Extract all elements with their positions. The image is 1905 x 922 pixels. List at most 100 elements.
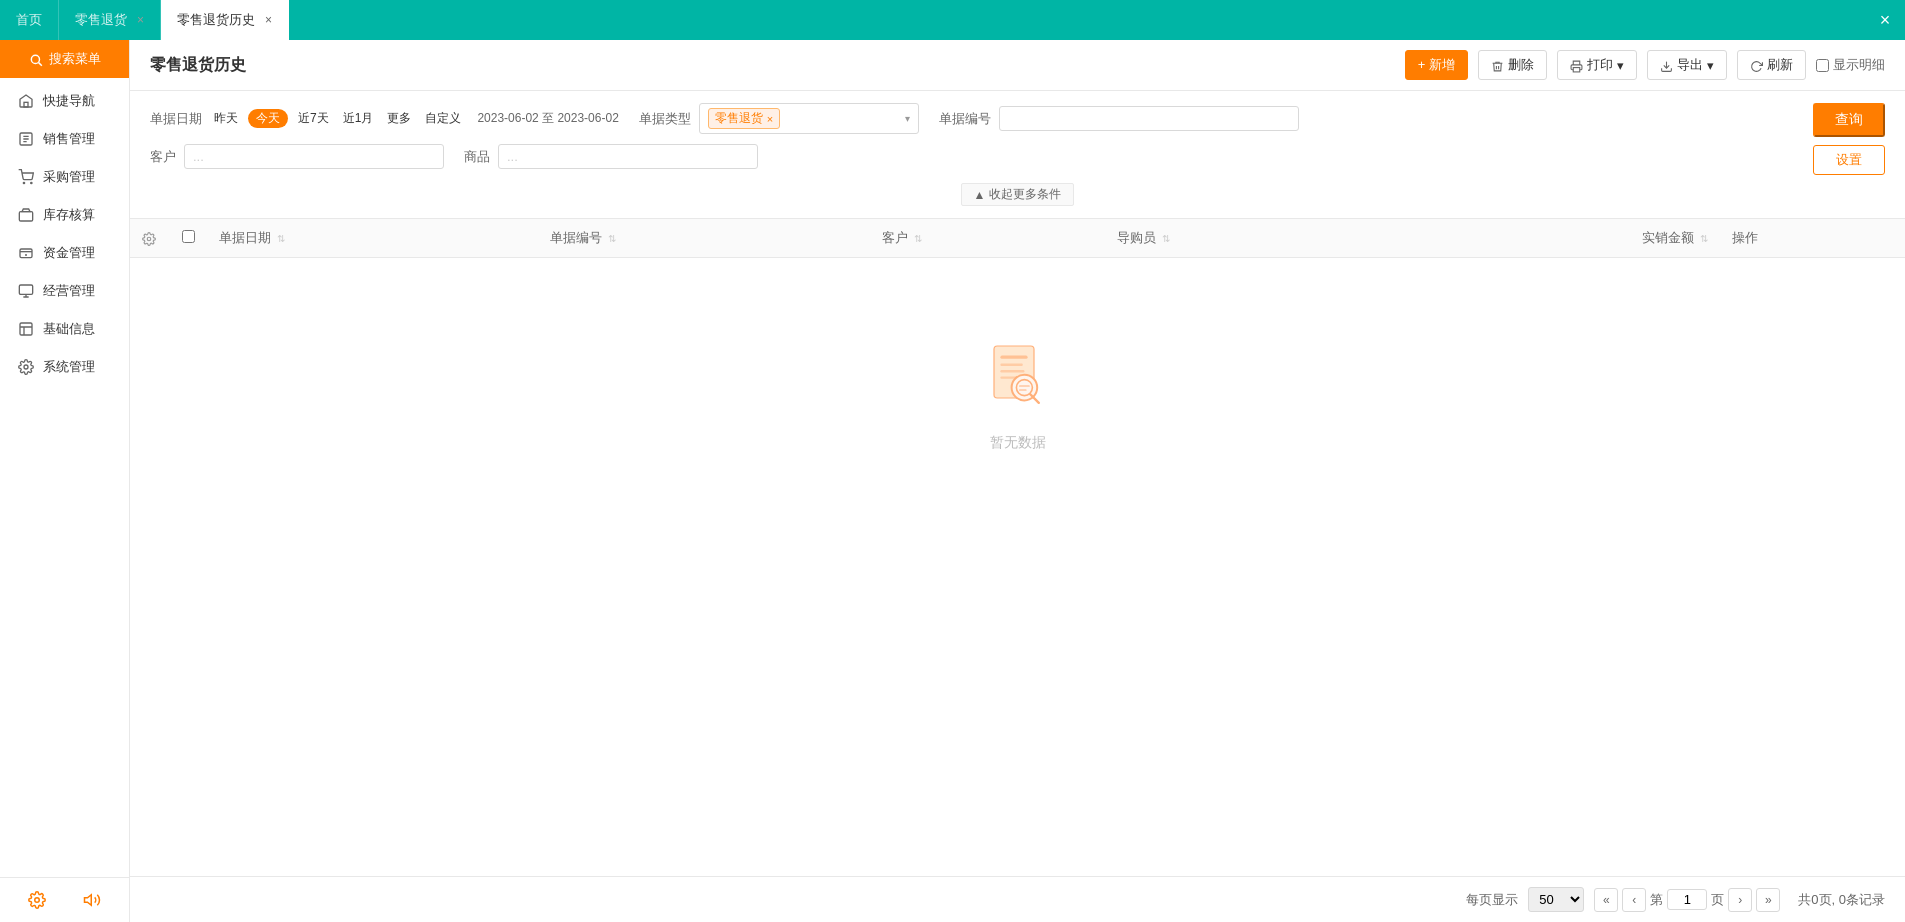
add-button[interactable]: + 新增 — [1405, 50, 1468, 80]
date-opt-1month[interactable]: 近1月 — [339, 109, 378, 128]
delete-button[interactable]: 删除 — [1478, 50, 1547, 80]
display-toggle[interactable]: 显示明细 — [1816, 56, 1885, 74]
col-ops: 操作 — [1720, 219, 1905, 258]
refresh-icon — [1750, 57, 1763, 72]
page-label-suffix: 页 — [1711, 891, 1724, 909]
sidebar-item-sales-mgmt[interactable]: 销售管理 — [0, 120, 129, 158]
svg-rect-18 — [1000, 356, 1027, 359]
first-page-button[interactable]: « — [1594, 888, 1618, 912]
last-page-button[interactable]: » — [1756, 888, 1780, 912]
select-all-checkbox[interactable] — [182, 230, 195, 243]
svg-point-11 — [24, 365, 28, 369]
query-button-label: 查询 — [1835, 111, 1863, 127]
table-body: 暂无数据 — [130, 258, 1905, 533]
date-opt-yesterday[interactable]: 昨天 — [210, 109, 242, 128]
sidebar-item-inventory-calc[interactable]: 库存核算 — [0, 196, 129, 234]
date-opt-today[interactable]: 今天 — [248, 109, 288, 128]
last-page-icon: » — [1765, 893, 1772, 907]
col-guide[interactable]: 导购员 ⇅ — [1105, 219, 1388, 258]
query-buttons: 查询 设置 — [1813, 103, 1885, 175]
sidebar-item-operation-mgmt-label: 经营管理 — [43, 282, 95, 300]
next-page-button[interactable]: › — [1728, 888, 1752, 912]
col-guide-label: 导购员 — [1117, 230, 1156, 245]
page-header: 零售退货历史 + 新增 删除 打印 ▾ — [130, 40, 1905, 91]
tab-bar: 首页 零售退货 × 零售退货历史 × — [0, 0, 1865, 40]
svg-point-5 — [31, 182, 32, 183]
display-checkbox[interactable] — [1816, 59, 1829, 72]
page-title: 零售退货历史 — [150, 55, 246, 76]
collapse-button[interactable]: ▲ 收起更多条件 — [961, 183, 1075, 206]
refresh-button-label: 刷新 — [1767, 56, 1793, 74]
query-button[interactable]: 查询 — [1813, 103, 1885, 137]
sidebar-item-basic-info[interactable]: 基础信息 — [0, 310, 129, 348]
col-checkbox[interactable] — [170, 219, 207, 258]
collapse-label: 收起更多条件 — [989, 186, 1061, 203]
date-label: 单据日期 — [150, 110, 202, 128]
refresh-button[interactable]: 刷新 — [1737, 50, 1806, 80]
page-number-input[interactable] — [1667, 889, 1707, 910]
col-amount-label: 实销金额 — [1642, 230, 1694, 245]
tab-retail-return-history[interactable]: 零售退货历史 × — [161, 0, 289, 40]
tab-retail-return-history-label: 零售退货历史 — [177, 11, 255, 29]
svg-rect-19 — [1000, 364, 1022, 366]
col-doc-number[interactable]: 单据编号 ⇅ — [538, 219, 869, 258]
doc-number-input[interactable] — [999, 106, 1299, 131]
search-icon — [29, 51, 43, 67]
col-settings[interactable] — [130, 219, 170, 258]
prev-page-button[interactable]: ‹ — [1622, 888, 1646, 912]
date-opt-7days[interactable]: 近7天 — [294, 109, 333, 128]
next-page-icon: › — [1738, 893, 1742, 907]
first-page-icon: « — [1603, 893, 1610, 907]
col-doc-number-label: 单据编号 — [550, 230, 602, 245]
operation-icon — [17, 282, 35, 300]
sidebar-item-purchase-mgmt[interactable]: 采购管理 — [0, 158, 129, 196]
print-button[interactable]: 打印 ▾ — [1557, 50, 1637, 80]
col-amount[interactable]: 实销金额 ⇅ — [1389, 219, 1720, 258]
export-button-label: 导出 — [1677, 56, 1703, 74]
top-bar: 首页 零售退货 × 零售退货历史 × × — [0, 0, 1905, 40]
window-close-button[interactable]: × — [1865, 0, 1905, 40]
sidebar-item-fund-mgmt[interactable]: 资金管理 — [0, 234, 129, 272]
export-dropdown-icon: ▾ — [1707, 58, 1714, 73]
col-amount-sort: ⇅ — [1700, 233, 1708, 244]
print-button-label: 打印 — [1587, 56, 1613, 74]
goods-input[interactable]: ... — [498, 144, 758, 169]
sidebar-item-quick-nav[interactable]: 快捷导航 — [0, 82, 129, 120]
doc-type-label: 单据类型 — [639, 110, 691, 128]
page-size-select[interactable]: 50 100 200 — [1528, 887, 1584, 912]
tab-home[interactable]: 首页 — [0, 0, 59, 40]
doc-type-select[interactable]: 零售退货 × ▾ — [699, 103, 919, 134]
purchase-icon — [17, 168, 35, 186]
col-customer[interactable]: 客户 ⇅ — [870, 219, 1105, 258]
volume-icon[interactable] — [80, 888, 104, 912]
settings-bottom-icon[interactable] — [25, 888, 49, 912]
tab-retail-return-history-close[interactable]: × — [265, 13, 272, 27]
sidebar-item-system-mgmt[interactable]: 系统管理 — [0, 348, 129, 386]
sidebar-item-inventory-calc-label: 库存核算 — [43, 206, 95, 224]
svg-point-12 — [35, 898, 40, 903]
empty-state: 暂无数据 — [130, 258, 1905, 532]
filter-setting-label: 设置 — [1836, 152, 1862, 167]
sidebar-search[interactable]: 搜索菜单 — [0, 40, 129, 78]
sidebar-search-label: 搜索菜单 — [49, 50, 101, 68]
sidebar-nav: 快捷导航 销售管理 采购管理 库存核算 — [0, 78, 129, 877]
filter-row-1: 单据日期 昨天 今天 近7天 近1月 更多 自定义 2023-06-02 至 2… — [150, 103, 1793, 134]
filter-setting-button[interactable]: 设置 — [1813, 145, 1885, 175]
tab-retail-return[interactable]: 零售退货 × — [59, 0, 161, 40]
tab-retail-return-close[interactable]: × — [137, 13, 144, 27]
sidebar-item-quick-nav-label: 快捷导航 — [43, 92, 95, 110]
print-icon — [1570, 57, 1583, 72]
svg-line-1 — [38, 62, 41, 65]
sidebar-item-operation-mgmt[interactable]: 经营管理 — [0, 272, 129, 310]
table-header-row: 单据日期 ⇅ 单据编号 ⇅ 客户 ⇅ 导购员 ⇅ — [130, 219, 1905, 258]
doc-type-tag-close[interactable]: × — [767, 113, 773, 125]
col-doc-date[interactable]: 单据日期 ⇅ — [207, 219, 538, 258]
svg-rect-2 — [24, 102, 28, 107]
customer-input[interactable]: ... — [184, 144, 444, 169]
table-area: 单据日期 ⇅ 单据编号 ⇅ 客户 ⇅ 导购员 ⇅ — [130, 219, 1905, 876]
collapse-row: ▲ 收起更多条件 — [150, 183, 1885, 206]
date-opt-more[interactable]: 更多 — [383, 109, 415, 128]
date-opt-custom[interactable]: 自定义 — [421, 109, 465, 128]
header-actions: + 新增 删除 打印 ▾ — [1405, 50, 1885, 80]
export-button[interactable]: 导出 ▾ — [1647, 50, 1727, 80]
